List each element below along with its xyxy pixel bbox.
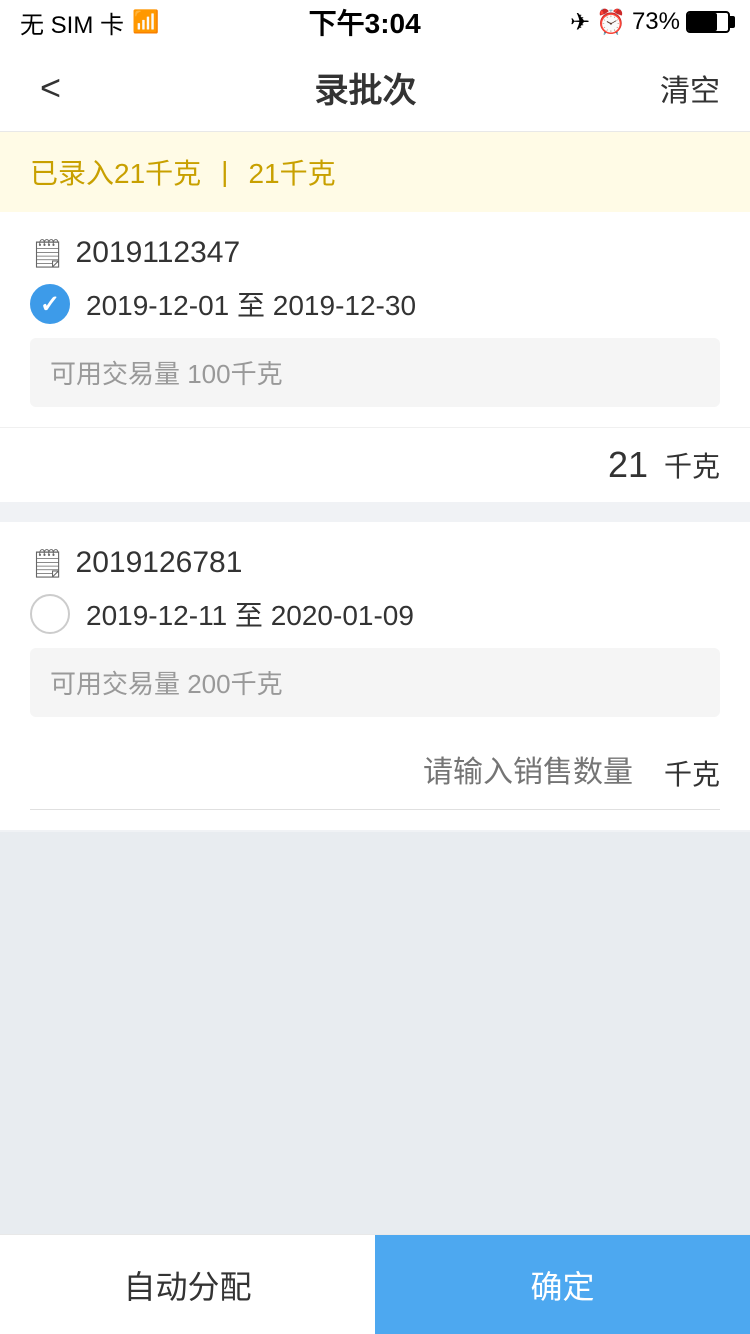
- amount-row-1: 21 千克: [0, 427, 750, 502]
- battery-icon: [686, 11, 730, 33]
- card-bottom-padding: [0, 810, 750, 830]
- back-button[interactable]: <: [30, 57, 71, 119]
- status-time: 下午3:04: [309, 2, 421, 42]
- sales-quantity-input[interactable]: [30, 756, 648, 790]
- batch-card-2: 🗒 2019126781 2019-12-11 至 2020-01-09 可用交…: [0, 522, 750, 830]
- empty-area: [0, 832, 750, 1272]
- info-bar: 已录入21千克 | 21千克: [0, 132, 750, 212]
- recorded-label: 已录入21千克: [30, 152, 201, 192]
- info-divider: |: [221, 156, 228, 188]
- bottom-buttons: 自动分配 确定: [0, 1234, 750, 1334]
- section-divider: [0, 504, 750, 522]
- batch-row-1[interactable]: 2019-12-01 至 2019-12-30: [0, 280, 750, 328]
- confirm-button[interactable]: 确定: [375, 1235, 750, 1334]
- page-title: 录批次: [315, 63, 417, 112]
- date-range-2: 2019-12-11 至 2020-01-09: [86, 594, 414, 634]
- clear-button[interactable]: 清空: [660, 66, 720, 110]
- carrier-text: 无 SIM 卡: [20, 5, 124, 40]
- status-right: ✈ ⏰ 73%: [570, 8, 730, 37]
- status-left: 无 SIM 卡 📶: [20, 5, 159, 40]
- batch-header-2: 🗒 2019126781: [0, 522, 750, 590]
- batch-card-1: 🗒 2019112347 2019-12-01 至 2019-12-30 可用交…: [0, 212, 750, 502]
- location-icon: ✈: [570, 8, 590, 37]
- batch-id-icon-1: 🗒: [30, 237, 66, 270]
- info-value: 21千克: [248, 152, 335, 192]
- batch-id-1: 2019112347: [76, 236, 241, 270]
- battery-percent: 73%: [632, 8, 680, 36]
- date-range-1: 2019-12-01 至 2019-12-30: [86, 284, 416, 324]
- available-2: 可用交易量 200千克: [30, 648, 720, 717]
- amount-value-1: 21: [608, 444, 648, 486]
- batch-id-2: 2019126781: [76, 546, 243, 580]
- available-1: 可用交易量 100千克: [30, 338, 720, 407]
- batch-header-1: 🗒 2019112347: [0, 212, 750, 280]
- batch-row-2[interactable]: 2019-12-11 至 2020-01-09: [0, 590, 750, 638]
- amount-unit-2: 千克: [664, 753, 720, 793]
- radio-btn-2[interactable]: [30, 594, 70, 634]
- nav-bar: < 录批次 清空: [0, 44, 750, 132]
- batch-id-icon-2: 🗒: [30, 547, 66, 580]
- amount-input-row-2[interactable]: 千克: [0, 737, 750, 809]
- auto-distribute-button[interactable]: 自动分配: [0, 1235, 375, 1334]
- amount-unit-1: 千克: [664, 445, 720, 485]
- wifi-icon: 📶: [132, 9, 159, 35]
- radio-btn-1[interactable]: [30, 284, 70, 324]
- status-bar: 无 SIM 卡 📶 下午3:04 ✈ ⏰ 73%: [0, 0, 750, 44]
- alarm-icon: ⏰: [596, 8, 626, 37]
